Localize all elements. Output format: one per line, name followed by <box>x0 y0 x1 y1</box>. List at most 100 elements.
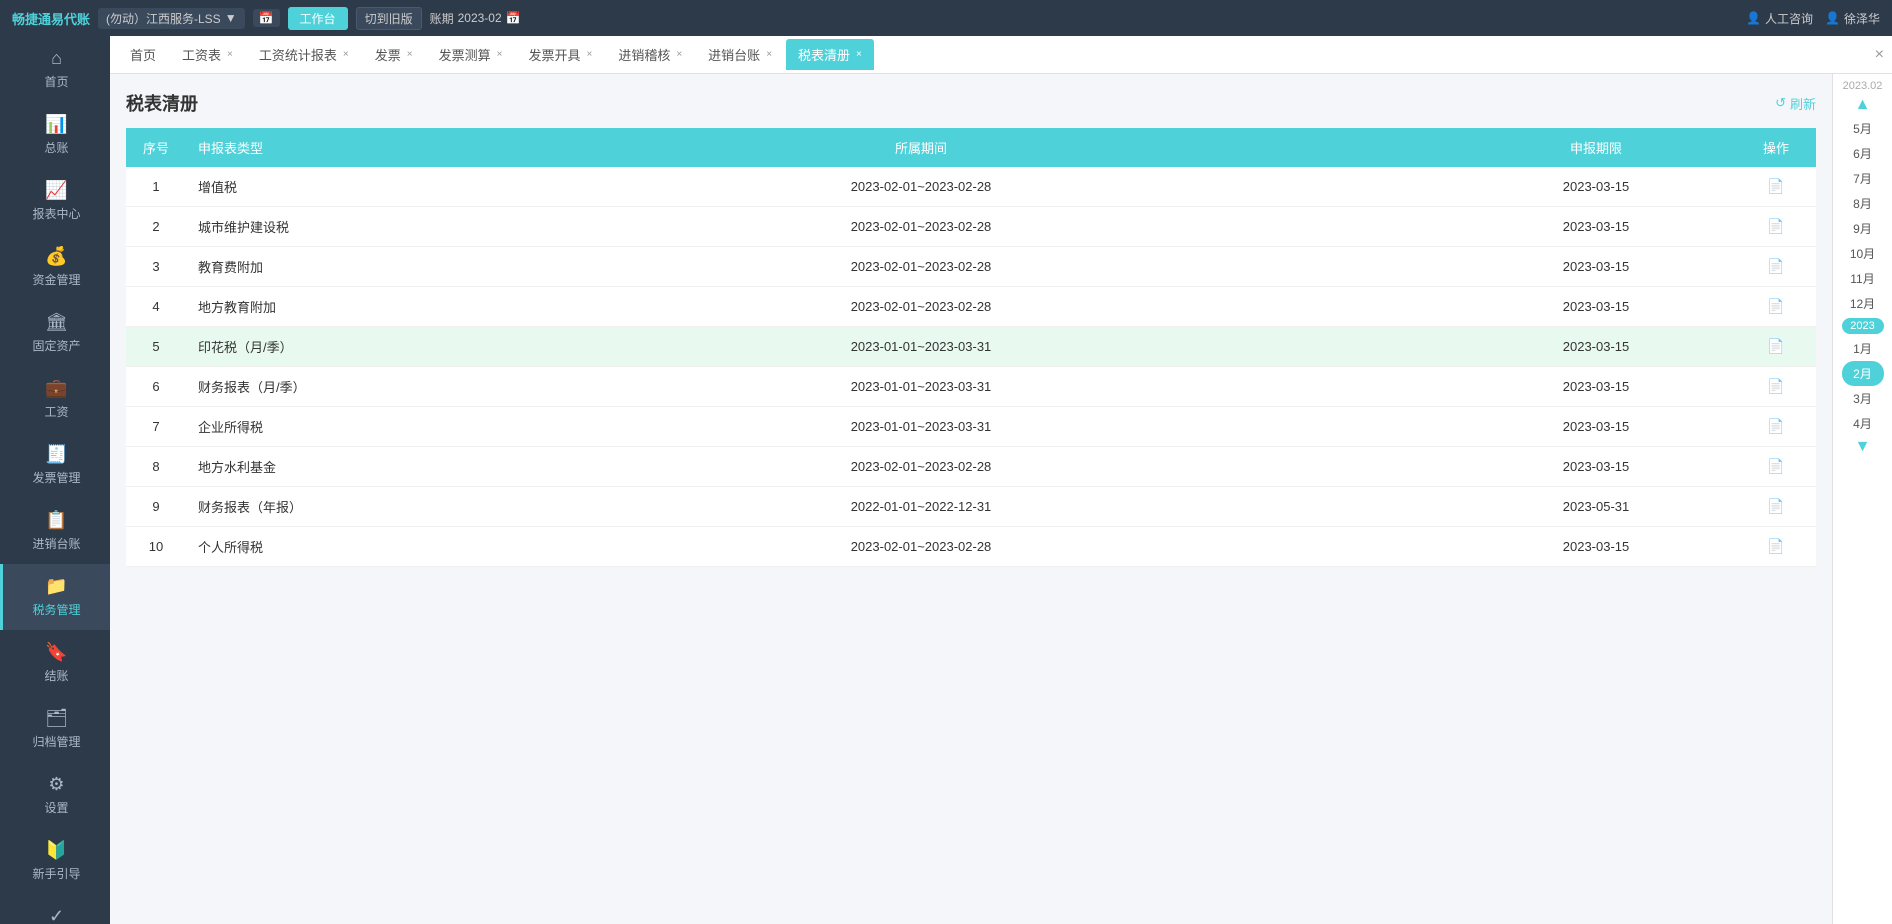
cell-type: 教育费附加 <box>186 247 386 287</box>
sidebar-item-archive-mgmt[interactable]: 🗂 归档管理 <box>0 696 110 762</box>
cell-type: 地方教育附加 <box>186 287 386 327</box>
tab-bar-close-icon[interactable]: × <box>1875 46 1884 64</box>
tab-sales-check[interactable]: 进销稽核 × <box>606 39 694 70</box>
sidebar-item-fund-mgmt[interactable]: 💰 资金管理 <box>0 234 110 300</box>
cell-deadline: 2023-03-15 <box>1456 247 1736 287</box>
tab-home[interactable]: 首页 <box>118 39 168 70</box>
action-view-icon[interactable]: 📄 <box>1767 218 1784 234</box>
switch-old-version-button[interactable]: 切到旧版 <box>356 7 422 30</box>
calendar-month-12[interactable]: 12月 <box>1842 291 1884 316</box>
cell-action: 📄 <box>1736 407 1816 447</box>
tab-salary-table[interactable]: 工资表 × <box>170 39 245 70</box>
cell-period: 2023-02-01~2023-02-28 <box>386 207 1456 247</box>
calendar-month-4[interactable]: 4月 <box>1842 411 1884 436</box>
tab-salary-report-close[interactable]: × <box>343 49 349 60</box>
calendar-nav-up[interactable]: ▲ <box>1853 94 1873 116</box>
sidebar-item-invoice-mgmt[interactable]: 🧾 发票管理 <box>0 432 110 498</box>
tab-sales-ledger-close[interactable]: × <box>766 49 772 60</box>
calendar-month-6[interactable]: 6月 <box>1842 141 1884 166</box>
calendar-month-10[interactable]: 10月 <box>1842 241 1884 266</box>
th-index: 序号 <box>126 128 186 167</box>
action-view-icon[interactable]: 📄 <box>1767 178 1784 194</box>
action-view-icon[interactable]: 📄 <box>1767 378 1784 394</box>
cell-deadline: 2023-03-15 <box>1456 287 1736 327</box>
sidebar-item-member[interactable]: ✓ 畅会员 <box>0 894 110 924</box>
table-body: 1 增值税 2023-02-01~2023-02-28 2023-03-15 📄… <box>126 167 1816 567</box>
action-view-icon[interactable]: 📄 <box>1767 258 1784 274</box>
calendar-year-2023: 2023 <box>1842 318 1884 334</box>
content-area: 首页 工资表 × 工资统计报表 × 发票 × 发票测算 × 发票开具 × <box>110 36 1892 924</box>
sidebar-item-new-guide[interactable]: 🔰 新手引导 <box>0 828 110 894</box>
tab-invoice-open[interactable]: 发票开具 × <box>516 39 604 70</box>
calendar-month-1[interactable]: 1月 <box>1842 336 1884 361</box>
sidebar-item-salary[interactable]: 💼 工资 <box>0 366 110 432</box>
calendar-month-11[interactable]: 11月 <box>1842 266 1884 291</box>
tab-invoice-calc-close[interactable]: × <box>497 49 503 60</box>
ai-consult-btn[interactable]: 👤 人工咨询 <box>1746 10 1813 27</box>
period-label: 账期 2023-02 📅 <box>430 10 521 27</box>
action-view-icon[interactable]: 📄 <box>1767 458 1784 474</box>
sidebar-item-new-guide-label: 新手引导 <box>32 865 80 882</box>
calendar-month-3[interactable]: 3月 <box>1842 386 1884 411</box>
calendar-panel: 2023.02 ▲ 5月 6月 7月 8月 9月 10月 11月 12月 202… <box>1832 74 1892 924</box>
calendar-icon-btn[interactable]: 📅 <box>253 9 280 27</box>
tab-invoice-open-close[interactable]: × <box>586 49 592 60</box>
cell-index: 3 <box>126 247 186 287</box>
sidebar-item-invoice-mgmt-label: 发票管理 <box>32 469 80 486</box>
tab-invoice-calc[interactable]: 发票测算 × <box>427 39 515 70</box>
tab-sales-check-close[interactable]: × <box>676 49 682 60</box>
cell-period: 2023-02-01~2023-02-28 <box>386 247 1456 287</box>
settle-icon: 🔖 <box>45 642 67 663</box>
calendar-month-9[interactable]: 9月 <box>1842 216 1884 241</box>
cell-period: 2023-02-01~2023-02-28 <box>386 167 1456 207</box>
cell-deadline: 2023-05-31 <box>1456 487 1736 527</box>
sidebar-item-sales-ledger[interactable]: 📋 进销台账 <box>0 498 110 564</box>
table-row: 4 地方教育附加 2023-02-01~2023-02-28 2023-03-1… <box>126 287 1816 327</box>
ai-icon: 👤 <box>1746 11 1761 25</box>
tax-table: 序号 申报表类型 所属期间 申报期限 操作 1 增值税 2023-02-01~2… <box>126 128 1816 567</box>
action-view-icon[interactable]: 📄 <box>1767 498 1784 514</box>
company-dropdown-icon: ▼ <box>225 11 237 25</box>
top-bar: 畅捷通易代账 (勿动）江西服务-LSS ▼ 📅 工作台 切到旧版 账期 2023… <box>0 0 1892 36</box>
th-period: 所属期间 <box>386 128 1456 167</box>
cell-type: 个人所得税 <box>186 527 386 567</box>
sidebar-item-general-ledger[interactable]: 📊 总账 <box>0 102 110 168</box>
tab-sales-ledger[interactable]: 进销台账 × <box>696 39 784 70</box>
table-row: 3 教育费附加 2023-02-01~2023-02-28 2023-03-15… <box>126 247 1816 287</box>
ledger-icon: 📊 <box>45 114 67 135</box>
sidebar-item-settings[interactable]: ⚙ 设置 <box>0 762 110 828</box>
cell-type: 增值税 <box>186 167 386 207</box>
sidebar-item-settle[interactable]: 🔖 结账 <box>0 630 110 696</box>
user-profile[interactable]: 👤 徐泽华 <box>1825 10 1880 27</box>
tab-salary-table-close[interactable]: × <box>227 49 233 60</box>
assets-icon: 🏛 <box>45 312 68 333</box>
cell-index: 9 <box>126 487 186 527</box>
tab-tax-register-close[interactable]: × <box>856 49 862 60</box>
action-view-icon[interactable]: 📄 <box>1767 538 1784 554</box>
sidebar-item-tax-mgmt[interactable]: 📁 税务管理 <box>0 564 110 630</box>
tab-invoice[interactable]: 发票 × <box>363 39 425 70</box>
tab-tax-register[interactable]: 税表清册 × <box>786 39 874 70</box>
period-calendar-icon[interactable]: 📅 <box>506 11 521 25</box>
refresh-button[interactable]: ↺ 刷新 <box>1775 94 1816 113</box>
company-selector[interactable]: (勿动）江西服务-LSS ▼ <box>98 8 245 29</box>
calendar-month-8[interactable]: 8月 <box>1842 191 1884 216</box>
table-row: 10 个人所得税 2023-02-01~2023-02-28 2023-03-1… <box>126 527 1816 567</box>
action-view-icon[interactable]: 📄 <box>1767 418 1784 434</box>
calendar-month-2[interactable]: 2月 <box>1842 361 1884 386</box>
sidebar-item-report-center[interactable]: 📈 报表中心 <box>0 168 110 234</box>
tab-salary-table-label: 工资表 <box>182 45 221 64</box>
calendar-month-7[interactable]: 7月 <box>1842 166 1884 191</box>
table-row: 5 印花税（月/季） 2023-01-01~2023-03-31 2023-03… <box>126 327 1816 367</box>
sidebar-item-home[interactable]: ⌂ 首页 <box>0 36 110 102</box>
tab-salary-report[interactable]: 工资统计报表 × <box>247 39 361 70</box>
workbench-button[interactable]: 工作台 <box>288 7 348 30</box>
tab-invoice-close[interactable]: × <box>407 49 413 60</box>
calendar-month-5[interactable]: 5月 <box>1842 116 1884 141</box>
action-view-icon[interactable]: 📄 <box>1767 338 1784 354</box>
action-view-icon[interactable]: 📄 <box>1767 298 1784 314</box>
sidebar-item-general-ledger-label: 总账 <box>44 139 68 156</box>
calendar-nav-down[interactable]: ▼ <box>1853 436 1873 458</box>
sidebar-item-fixed-assets[interactable]: 🏛 固定资产 <box>0 300 110 366</box>
fund-icon: 💰 <box>45 246 67 267</box>
